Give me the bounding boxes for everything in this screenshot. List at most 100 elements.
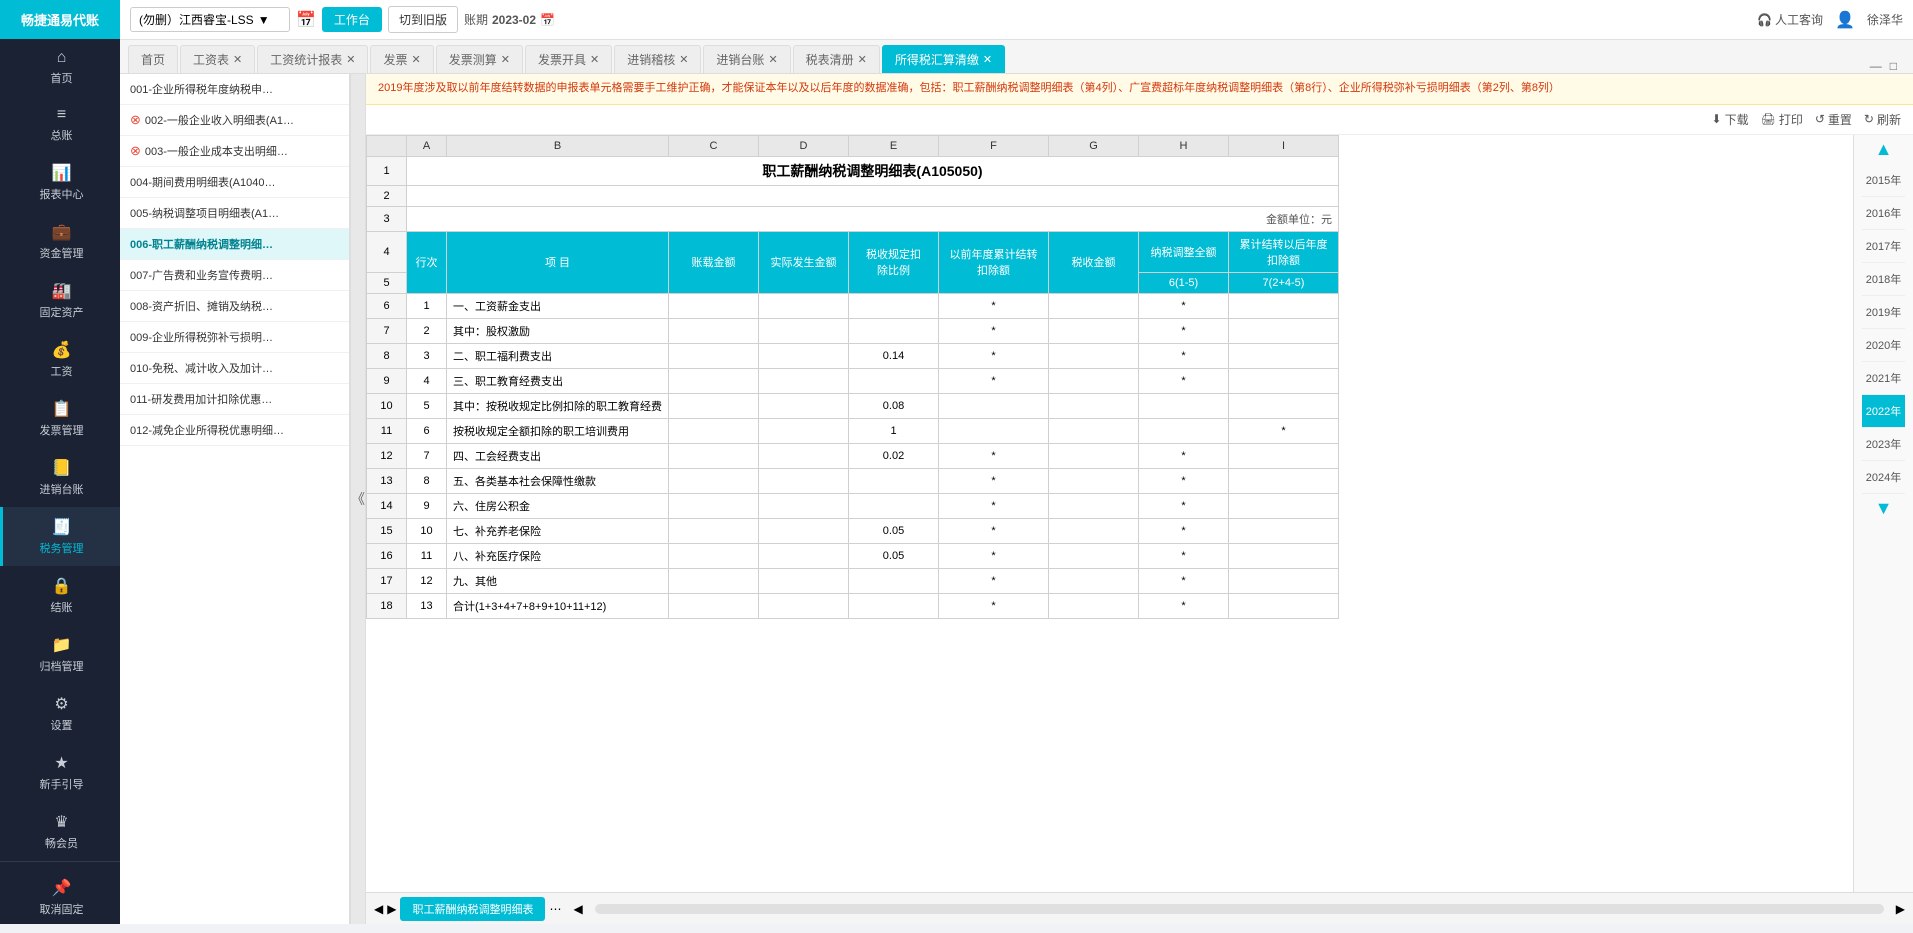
list-item-006[interactable]: 006-职工薪酬纳税调整明细… (120, 229, 349, 260)
row-c7[interactable] (1229, 543, 1339, 568)
tab-close-工资表[interactable]: ✕ (233, 53, 242, 66)
reset-button[interactable]: ↺ 重置 (1815, 111, 1852, 128)
row-c1[interactable] (669, 293, 759, 318)
list-item-008[interactable]: 008-资产折旧、摊销及纳税… (120, 291, 349, 322)
tab-进销稽核[interactable]: 进销稽核✕ (614, 45, 701, 73)
row-c5[interactable] (1049, 593, 1139, 618)
row-c1[interactable] (669, 493, 759, 518)
row-c3[interactable] (849, 468, 939, 493)
row-c7[interactable] (1229, 468, 1339, 493)
row-c7[interactable] (1229, 568, 1339, 593)
row-c3[interactable] (849, 368, 939, 393)
row-c4[interactable]: * (939, 443, 1049, 468)
tab-工资统计报表[interactable]: 工资统计报表✕ (257, 45, 368, 73)
row-c3[interactable]: 0.05 (849, 518, 939, 543)
tab-工资表[interactable]: 工资表✕ (180, 45, 255, 73)
row-c2[interactable] (759, 343, 849, 368)
row-c1[interactable] (669, 468, 759, 493)
row-c1[interactable] (669, 318, 759, 343)
row-c7[interactable] (1229, 593, 1339, 618)
row-c3[interactable] (849, 568, 939, 593)
row-c6[interactable]: * (1139, 368, 1229, 393)
row-c5[interactable] (1049, 343, 1139, 368)
row-c2[interactable] (759, 418, 849, 443)
row-c7[interactable] (1229, 493, 1339, 518)
tab-税表清册[interactable]: 税表清册✕ (793, 45, 880, 73)
list-item-005[interactable]: 005-纳税调整项目明细表(A1… (120, 198, 349, 229)
year-item-2019年[interactable]: 2019年 (1862, 296, 1905, 329)
row-c3[interactable] (849, 318, 939, 343)
row-c2[interactable] (759, 368, 849, 393)
tab-发票[interactable]: 发票✕ (370, 45, 433, 73)
row-item[interactable]: 三、职工教育经费支出 (447, 368, 669, 393)
row-c2[interactable] (759, 443, 849, 468)
list-item-010[interactable]: 010-免税、减计收入及加计… (120, 353, 349, 384)
row-item[interactable]: 五、各类基本社会保障性缴款 (447, 468, 669, 493)
row-c3[interactable] (849, 293, 939, 318)
tab-close-税表清册[interactable]: ✕ (858, 53, 867, 66)
sidebar-item-archive-mgmt[interactable]: 📁归档管理 (0, 625, 120, 684)
refresh-button[interactable]: ↻ 刷新 (1864, 111, 1901, 128)
row-c4[interactable]: * (939, 293, 1049, 318)
row-c4[interactable]: * (939, 493, 1049, 518)
row-c2[interactable] (759, 593, 849, 618)
list-item-012[interactable]: 012-减免企业所得税优惠明细… (120, 415, 349, 446)
row-c4[interactable] (939, 418, 1049, 443)
row-c4[interactable]: * (939, 468, 1049, 493)
row-c7[interactable] (1229, 518, 1339, 543)
tab-首页[interactable]: 首页 (128, 45, 178, 73)
row-c2[interactable] (759, 493, 849, 518)
row-c6[interactable]: * (1139, 568, 1229, 593)
list-item-001[interactable]: 001-企业所得税年度纳税申… (120, 74, 349, 105)
tab-进销台账[interactable]: 进销台账✕ (703, 45, 790, 73)
row-c6[interactable]: * (1139, 593, 1229, 618)
row-c3[interactable]: 0.05 (849, 543, 939, 568)
row-c6[interactable]: * (1139, 543, 1229, 568)
row-c7[interactable] (1229, 343, 1339, 368)
sidebar-item-tax-mgmt[interactable]: 🧾税务管理 (0, 507, 120, 566)
list-item-009[interactable]: 009-企业所得税弥补亏损明… (120, 322, 349, 353)
sidebar-item-new-guide[interactable]: ★新手引导 (0, 743, 120, 802)
row-c1[interactable] (669, 593, 759, 618)
row-c4[interactable]: * (939, 593, 1049, 618)
year-item-2020年[interactable]: 2020年 (1862, 329, 1905, 362)
row-c2[interactable] (759, 568, 849, 593)
row-c4[interactable] (939, 393, 1049, 418)
row-c7[interactable] (1229, 293, 1339, 318)
row-item[interactable]: 其中：股权激励 (447, 318, 669, 343)
sidebar-item-closing[interactable]: 🔒结账 (0, 566, 120, 625)
list-item-002[interactable]: ⊗002-一般企业收入明细表(A1… (120, 105, 349, 136)
download-button[interactable]: ⬇ 下载 (1712, 111, 1749, 128)
sidebar-item-vip[interactable]: ♛畅会员 (0, 802, 120, 861)
collapse-button[interactable]: 《 (350, 74, 366, 924)
nav-right-icon[interactable]: ▶ (387, 902, 396, 916)
bottom-scrollbar[interactable] (595, 904, 1884, 914)
minimize-button[interactable]: — (1870, 59, 1882, 73)
row-c1[interactable] (669, 368, 759, 393)
row-c7[interactable] (1229, 393, 1339, 418)
row-c2[interactable] (759, 468, 849, 493)
tab-close-发票[interactable]: ✕ (412, 53, 421, 66)
row-c3[interactable]: 0.02 (849, 443, 939, 468)
tab-close-所得税汇算清缴[interactable]: ✕ (983, 53, 992, 66)
year-item-2024年[interactable]: 2024年 (1862, 461, 1905, 494)
nav-scroll-right[interactable]: ▶ (1896, 902, 1905, 916)
row-item[interactable]: 二、职工福利费支出 (447, 343, 669, 368)
print-button[interactable]: 🖨 打印 (1761, 111, 1803, 128)
row-c4[interactable]: * (939, 343, 1049, 368)
sidebar-item-cancel-fixed[interactable]: 📌 取消固定 (0, 868, 120, 927)
year-item-2018年[interactable]: 2018年 (1862, 263, 1905, 296)
year-item-2017年[interactable]: 2017年 (1862, 230, 1905, 263)
row-c6[interactable]: * (1139, 343, 1229, 368)
row-c5[interactable] (1049, 543, 1139, 568)
row-c1[interactable] (669, 393, 759, 418)
tab-close-进销稽核[interactable]: ✕ (679, 53, 688, 66)
tab-close-发票测算[interactable]: ✕ (501, 53, 510, 66)
row-c3[interactable]: 0.14 (849, 343, 939, 368)
support-link[interactable]: 🎧 人工客询 (1757, 11, 1823, 28)
row-c6[interactable]: * (1139, 318, 1229, 343)
sidebar-item-report-center[interactable]: 📊报表中心 (0, 153, 120, 212)
row-item[interactable]: 九、其他 (447, 568, 669, 593)
row-c2[interactable] (759, 318, 849, 343)
year-item-2015年[interactable]: 2015年 (1862, 164, 1905, 197)
